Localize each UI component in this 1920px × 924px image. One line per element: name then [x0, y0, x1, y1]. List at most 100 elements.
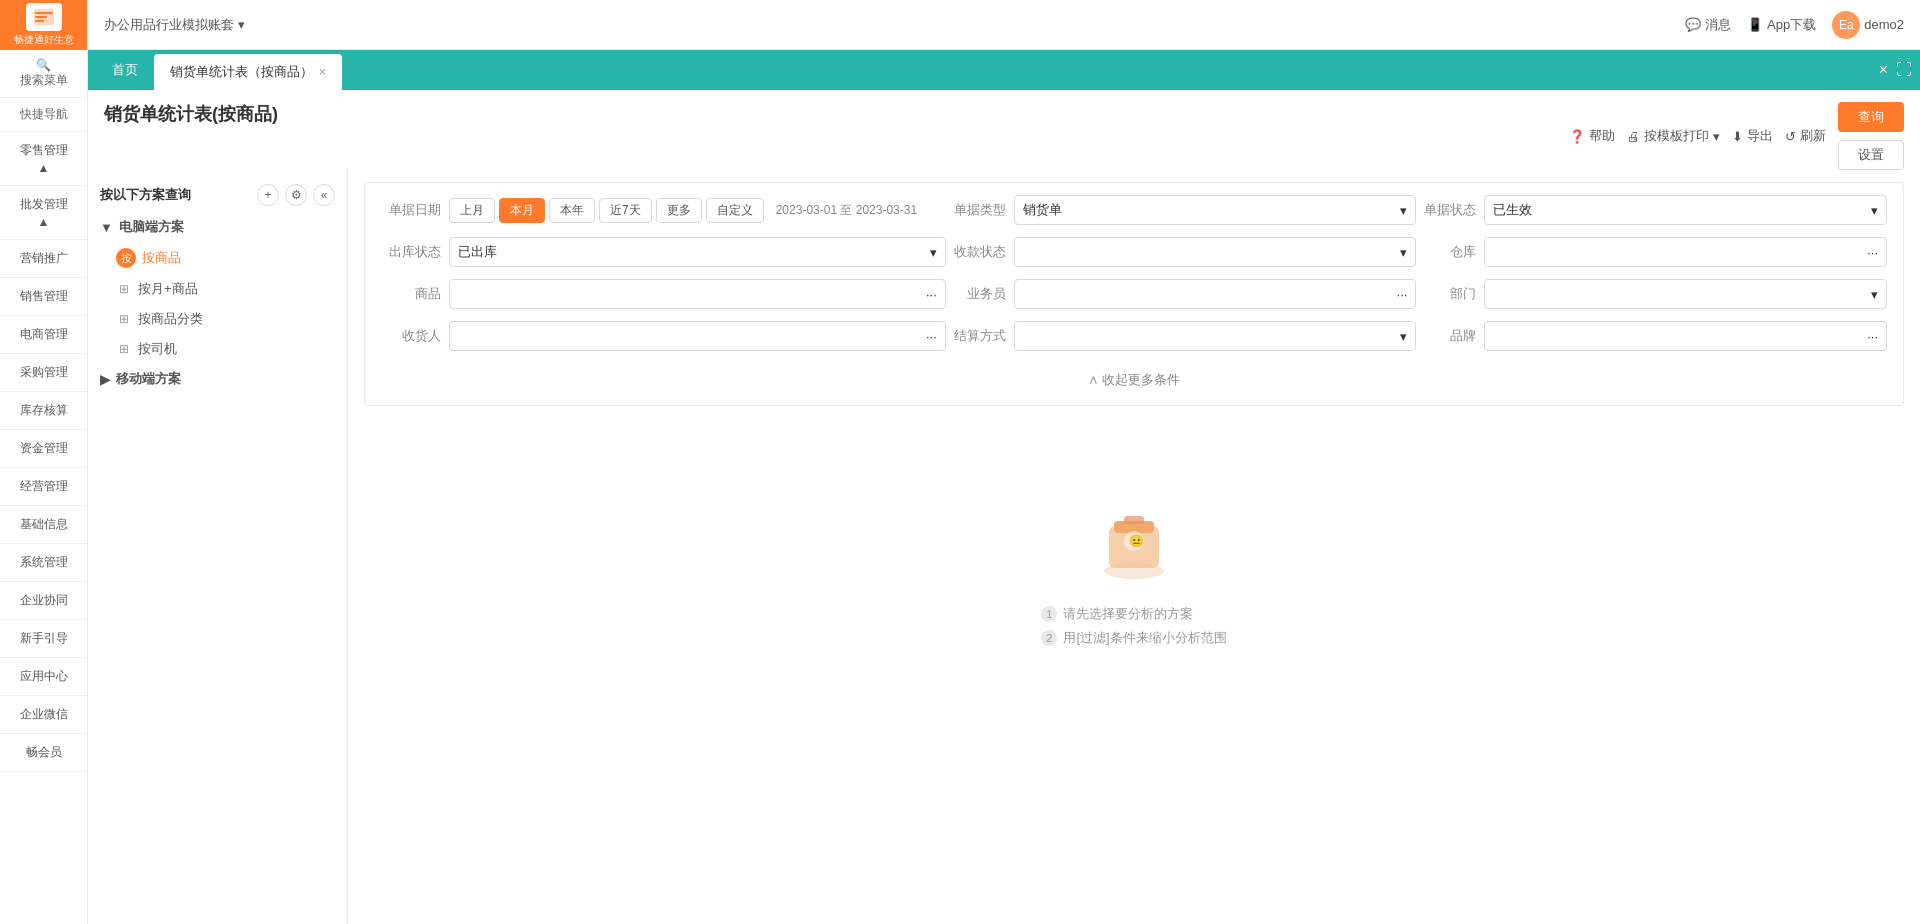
export-button[interactable]: ⬇ 导出 — [1732, 127, 1773, 145]
user-name: demo2 — [1864, 17, 1904, 32]
receipt-status-select[interactable]: ▾ — [1014, 237, 1417, 267]
date-btn-last-month[interactable]: 上月 — [449, 198, 495, 223]
brand-select[interactable]: ··· — [1484, 321, 1887, 351]
print-dropdown-icon: ▾ — [1713, 129, 1720, 144]
tab-home[interactable]: 首页 — [96, 50, 154, 90]
status-field: 单据状态 已生效 ▾ — [1416, 195, 1887, 225]
sidebar-item-retail[interactable]: 零售管理 ▲ — [0, 132, 87, 186]
out-status-select[interactable]: 已出库 ▾ — [449, 237, 946, 267]
tab-active[interactable]: 销货单统计表（按商品） × — [154, 54, 342, 90]
tree-item-by-cashier[interactable]: ⊞ 按司机 — [100, 334, 347, 364]
tab-home-label: 首页 — [112, 61, 138, 79]
date-btn-this-month[interactable]: 本月 — [499, 198, 545, 223]
date-btn-7days[interactable]: 近7天 — [599, 198, 652, 223]
sidebar-item-inventory[interactable]: 库存核算 — [0, 392, 87, 430]
desktop-label: 电脑端方案 — [119, 218, 184, 236]
collapse-more-button[interactable]: ∧ 收起更多条件 — [381, 363, 1887, 393]
sidebar-item-sales[interactable]: 销售管理 — [0, 278, 87, 316]
collapse-panel-button[interactable]: « — [313, 184, 335, 206]
sidebar-item-guide[interactable]: 新手引导 — [0, 620, 87, 658]
date-label: 单据日期 — [381, 201, 441, 219]
type-select[interactable]: 销货单 ▾ — [1014, 195, 1417, 225]
sidebar-item-enterprise[interactable]: 企业协同 — [0, 582, 87, 620]
payment-select[interactable]: ▾ — [1014, 321, 1417, 351]
out-status-value: 已出库 — [458, 243, 497, 261]
right-panel: 单据日期 上月 本月 本年 近7天 更多 自定义 2023-03-01 至 20… — [348, 170, 1920, 924]
workspace-selector[interactable]: 办公用品行业模拟账套 ▾ — [104, 16, 245, 34]
empty-tip-2: 2 用[过滤]条件来缩小分析范围 — [1041, 629, 1226, 647]
product-dots: ··· — [926, 287, 937, 302]
filter-row-1: 单据日期 上月 本月 本年 近7天 更多 自定义 2023-03-01 至 20… — [381, 195, 1887, 225]
out-status-label: 出库状态 — [381, 243, 441, 261]
sidebar-item-basic[interactable]: 基础信息 — [0, 506, 87, 544]
sidebar-item-vip[interactable]: 畅会员 — [0, 734, 87, 772]
tab-close-icon[interactable]: × — [319, 65, 326, 79]
tree-item-by-month-product[interactable]: ⊞ 按月+商品 — [100, 274, 347, 304]
svg-text:😐: 😐 — [1129, 533, 1144, 548]
department-select[interactable]: ▾ — [1484, 279, 1887, 309]
sidebar-item-label: 销售管理 — [20, 288, 68, 305]
sidebar-item-wholesale[interactable]: 批发管理 ▲ — [0, 186, 87, 240]
payment-field: 结算方式 ▾ — [946, 321, 1417, 351]
mobile-scheme-group: ▶ 移动端方案 — [88, 364, 347, 394]
receiver-select[interactable]: ··· — [449, 321, 946, 351]
sidebar-item-shortcut[interactable]: 快捷导航 — [0, 98, 87, 132]
sidebar-item-finance[interactable]: 资金管理 — [0, 430, 87, 468]
desktop-scheme-label[interactable]: ▼ 电脑端方案 — [88, 212, 347, 242]
svg-rect-6 — [1124, 516, 1144, 524]
sidebar-item-marketing[interactable]: 营销推广 — [0, 240, 87, 278]
status-label: 单据状态 — [1416, 201, 1476, 219]
print-button[interactable]: 🖨 按模板打印 ▾ — [1627, 127, 1720, 145]
status-select[interactable]: 已生效 ▾ — [1484, 195, 1887, 225]
sidebar-item-system[interactable]: 系统管理 — [0, 544, 87, 582]
left-panel-header: 按以下方案查询 + ⚙ « — [88, 178, 347, 212]
sidebar-item-purchase[interactable]: 采购管理 — [0, 354, 87, 392]
page-title: 销货单统计表(按商品) — [104, 102, 278, 126]
app-logo[interactable]: 畅捷通好生意 — [0, 0, 87, 50]
query-button[interactable]: 查询 — [1838, 102, 1904, 132]
receiver-label: 收货人 — [381, 327, 441, 345]
tree-expand-icon: ▶ — [100, 372, 110, 387]
salesperson-select[interactable]: ··· — [1014, 279, 1417, 309]
help-button[interactable]: ❓ 帮助 — [1569, 127, 1615, 145]
sidebar-item-label: 系统管理 — [20, 554, 68, 571]
department-label: 部门 — [1416, 285, 1476, 303]
settings-button[interactable]: 设置 — [1838, 140, 1904, 170]
fullscreen-button[interactable]: ⛶ — [1896, 61, 1912, 79]
scheme-settings-button[interactable]: ⚙ — [285, 184, 307, 206]
tab-active-label: 销货单统计表（按商品） — [170, 63, 313, 81]
help-icon: ❓ — [1569, 129, 1585, 144]
sidebar-item-apps[interactable]: 应用中心 — [0, 658, 87, 696]
date-btn-this-year[interactable]: 本年 — [549, 198, 595, 223]
sidebar-item-ecommerce[interactable]: 电商管理 — [0, 316, 87, 354]
tree-item-by-product[interactable]: 按 按商品 — [100, 242, 347, 274]
sidebar-item-wechat[interactable]: 企业微信 — [0, 696, 87, 734]
close-tab-button[interactable]: × — [1879, 61, 1888, 79]
workspace-inner: 销货单统计表(按商品) ❓ 帮助 🖨 按模板打印 ▾ ⬇ — [88, 90, 1920, 924]
date-btn-custom[interactable]: 自定义 — [706, 198, 764, 223]
workspace: 办公用品行业模拟账套 ▾ 💬 消息 📱 App下载 Ea demo2 首页 销货… — [88, 0, 1920, 924]
sidebar-item-search[interactable]: 🔍 搜索菜单 — [0, 50, 87, 98]
add-scheme-button[interactable]: + — [257, 184, 279, 206]
left-panel-title: 按以下方案查询 — [100, 186, 191, 204]
app-download-button[interactable]: 📱 App下载 — [1747, 16, 1816, 34]
brand-dots: ··· — [1867, 329, 1878, 344]
product-select[interactable]: ··· — [449, 279, 946, 309]
refresh-button[interactable]: ↺ 刷新 — [1785, 127, 1826, 145]
mobile-scheme-label[interactable]: ▶ 移动端方案 — [88, 364, 347, 394]
sidebar-item-label: 资金管理 — [20, 440, 68, 457]
date-btn-more[interactable]: 更多 — [656, 198, 702, 223]
warehouse-select[interactable]: ··· — [1484, 237, 1887, 267]
tree-collapse-icon: ▼ — [100, 220, 113, 235]
tree-item-by-product-category[interactable]: ⊞ 按商品分类 — [100, 304, 347, 334]
user-menu[interactable]: Ea demo2 — [1832, 11, 1904, 39]
department-field: 部门 ▾ — [1416, 279, 1887, 309]
mobile-label: 移动端方案 — [116, 370, 181, 388]
message-button[interactable]: 💬 消息 — [1685, 16, 1731, 34]
expand-icon: ▲ — [38, 215, 50, 229]
app-download-label: App下载 — [1767, 16, 1816, 34]
message-label: 消息 — [1705, 16, 1731, 34]
date-field: 单据日期 上月 本月 本年 近7天 更多 自定义 2023-03-01 至 20… — [381, 198, 946, 223]
sidebar-item-operations[interactable]: 经营管理 — [0, 468, 87, 506]
title-actions: ❓ 帮助 🖨 按模板打印 ▾ ⬇ 导出 ↺ — [1569, 127, 1826, 145]
